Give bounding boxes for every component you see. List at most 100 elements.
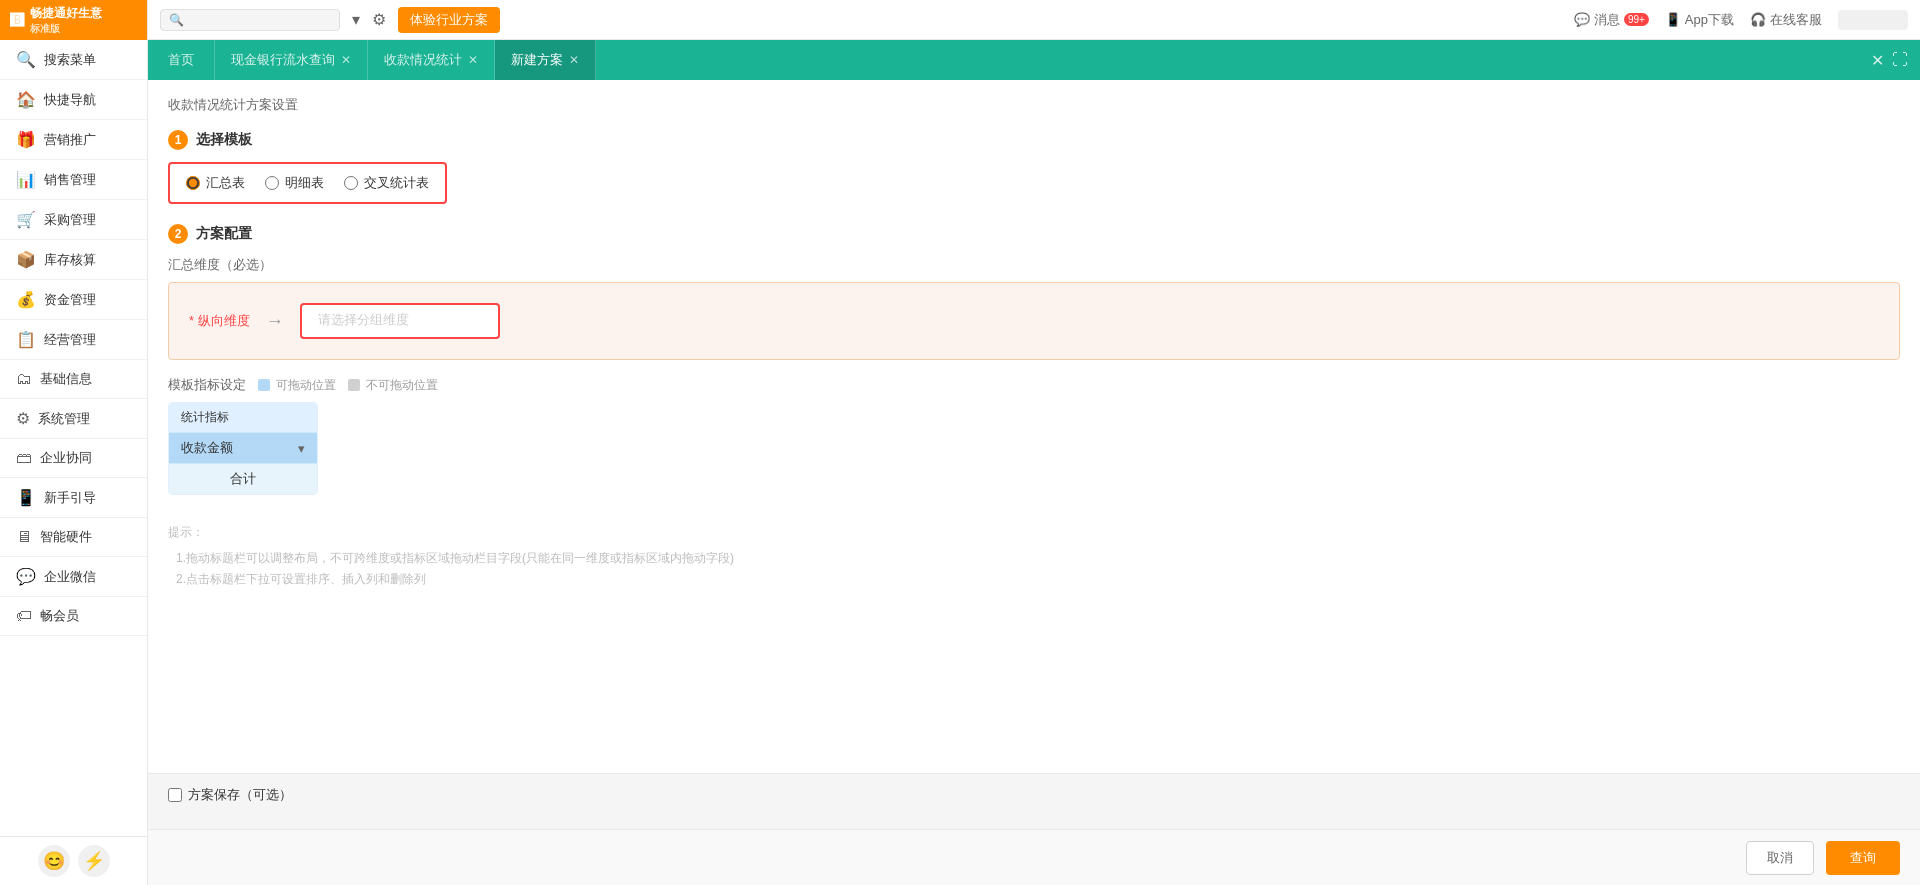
sidebar-item-wechat[interactable]: 💬 企业微信 <box>0 557 147 597</box>
tips-section: 提示： 1.拖动标题栏可以调整布局，不可跨维度或指标区域拖动栏目字段(只能在同一… <box>168 522 1900 591</box>
sidebar-item-marketing[interactable]: 🎁 营销推广 <box>0 120 147 160</box>
sidebar-label-guide: 新手引导 <box>44 489 96 507</box>
sidebar-item-finance[interactable]: 💰 资金管理 <box>0 280 147 320</box>
save-label: 方案保存（可选） <box>188 786 292 804</box>
dimension-select-placeholder: 请选择分组维度 <box>318 312 409 327</box>
indicator-settings-label-text: 模板指标设定 <box>168 376 246 394</box>
messages-icon: 💬 <box>1574 12 1590 27</box>
download-button[interactable]: 📱 App下载 <box>1665 11 1734 29</box>
tab-collection-stats[interactable]: 收款情况统计 ✕ <box>368 40 495 80</box>
topbar-dropdown-icon[interactable]: ▾ <box>352 10 360 29</box>
sidebar-item-enterprise[interactable]: 🗃 企业协同 <box>0 439 147 478</box>
topbar-search-icon: 🔍 <box>169 13 184 27</box>
legend-fixed-label: 不可拖动位置 <box>366 377 438 394</box>
radio-cross-label: 交叉统计表 <box>364 174 429 192</box>
step2-label: 方案配置 <box>196 225 252 243</box>
topbar-search[interactable]: 🔍 <box>160 9 340 31</box>
tip-item-1: 1.拖动标题栏可以调整布局，不可跨维度或指标区域拖动栏目字段(只能在同一维度或指… <box>168 548 1900 570</box>
sidebar-item-inventory[interactable]: 📦 库存核算 <box>0 240 147 280</box>
sidebar-logo: 🅱 畅捷通好生意 标准版 <box>0 0 147 40</box>
step1-label: 选择模板 <box>196 131 252 149</box>
tabbar: 首页 现金银行流水查询 ✕ 收款情况统计 ✕ 新建方案 ✕ ✕ ⛶ <box>148 40 1920 80</box>
guide-icon: 📱 <box>16 488 36 507</box>
sidebar-label-system: 系统管理 <box>38 410 90 428</box>
search-menu-icon: 🔍 <box>16 50 36 69</box>
dimension-arrow-icon: → <box>266 311 284 332</box>
indicator-dropdown-icon[interactable]: ▾ <box>298 441 305 456</box>
cancel-button[interactable]: 取消 <box>1746 841 1814 875</box>
breadcrumb: 收款情况统计方案设置 <box>168 96 1900 114</box>
legend-movable: 可拖动位置 <box>258 377 336 394</box>
tab-maximize-icon[interactable]: ⛶ <box>1892 51 1908 70</box>
tab-cash-flow-close-icon[interactable]: ✕ <box>341 53 351 67</box>
tab-controls: ✕ ⛶ <box>1859 51 1920 70</box>
sidebar-item-system[interactable]: ⚙ 系统管理 <box>0 399 147 439</box>
wechat-icon: 💬 <box>16 567 36 586</box>
sidebar-label-inventory: 库存核算 <box>44 251 96 269</box>
bottom-bar: 取消 查询 <box>148 829 1920 885</box>
messages-button[interactable]: 💬 消息 99+ <box>1574 11 1649 29</box>
legend-fixed: 不可拖动位置 <box>348 377 438 394</box>
indicator-table-header: 统计指标 <box>169 403 317 432</box>
step1-header: 1 选择模板 <box>168 130 1900 150</box>
tab-new-plan-close-icon[interactable]: ✕ <box>569 53 579 67</box>
indicator-item-label: 收款金额 <box>181 439 233 457</box>
radio-detail[interactable]: 明细表 <box>265 174 324 192</box>
sidebar-item-sales[interactable]: 📊 销售管理 <box>0 160 147 200</box>
tab-collection-stats-close-icon[interactable]: ✕ <box>468 53 478 67</box>
radio-summary-input[interactable] <box>186 176 200 190</box>
sidebar-label-search-menu: 搜索菜单 <box>44 51 96 69</box>
tab-new-plan[interactable]: 新建方案 ✕ <box>495 40 596 80</box>
sidebar-item-search-menu[interactable]: 🔍 搜索菜单 <box>0 40 147 80</box>
sidebar-item-operations[interactable]: 📋 经营管理 <box>0 320 147 360</box>
main: 🔍 ▾ ⚙ 体验行业方案 💬 消息 99+ 📱 App下载 🎧 在线客服 <box>148 0 1920 885</box>
query-button[interactable]: 查询 <box>1826 841 1900 875</box>
tab-close-all-icon[interactable]: ✕ <box>1871 51 1884 70</box>
sidebar-item-purchase[interactable]: 🛒 采购管理 <box>0 200 147 240</box>
indicator-item-amount[interactable]: 收款金额 ▾ <box>169 432 317 463</box>
save-checkbox[interactable] <box>168 788 182 802</box>
service-button[interactable]: 🎧 在线客服 <box>1750 11 1822 29</box>
dimension-area: * 纵向维度 → 请选择分组维度 <box>168 282 1900 360</box>
page-content: 收款情况统计方案设置 1 选择模板 汇总表 明细表 <box>148 80 1920 829</box>
dimension-row: * 纵向维度 → 请选择分组维度 <box>189 303 1879 339</box>
sidebar-footer-icon-2[interactable]: ⚡ <box>78 845 110 877</box>
radio-cross[interactable]: 交叉统计表 <box>344 174 429 192</box>
system-icon: ⚙ <box>16 409 30 428</box>
sidebar-label-hardware: 智能硬件 <box>40 528 92 546</box>
tab-home-label: 首页 <box>168 51 194 69</box>
tab-cash-flow[interactable]: 现金银行流水查询 ✕ <box>215 40 368 80</box>
sidebar-label-basic-info: 基础信息 <box>40 370 92 388</box>
quick-nav-icon: 🏠 <box>16 90 36 109</box>
legend-movable-dot <box>258 379 270 391</box>
messages-label: 消息 <box>1594 11 1620 29</box>
user-avatar[interactable] <box>1838 10 1908 30</box>
bottom-actions: 取消 查询 <box>1746 841 1900 875</box>
tab-collection-stats-label: 收款情况统计 <box>384 51 462 69</box>
trial-button[interactable]: 体验行业方案 <box>398 7 500 33</box>
sidebar-label-marketing: 营销推广 <box>44 131 96 149</box>
tab-home[interactable]: 首页 <box>148 40 215 80</box>
radio-cross-input[interactable] <box>344 176 358 190</box>
save-section: 方案保存（可选） <box>148 773 1920 816</box>
sidebar-item-hardware[interactable]: 🖥 智能硬件 <box>0 518 147 557</box>
dimension-select[interactable]: 请选择分组维度 <box>300 303 500 339</box>
legend-fixed-dot <box>348 379 360 391</box>
radio-summary[interactable]: 汇总表 <box>186 174 245 192</box>
sidebar-label-quick-nav: 快捷导航 <box>44 91 96 109</box>
radio-detail-input[interactable] <box>265 176 279 190</box>
page-inner: 收款情况统计方案设置 1 选择模板 汇总表 明细表 <box>148 80 1920 773</box>
sidebar-label-finance: 资金管理 <box>44 291 96 309</box>
sidebar-item-guide[interactable]: 📱 新手引导 <box>0 478 147 518</box>
service-icon: 🎧 <box>1750 12 1766 27</box>
save-option[interactable]: 方案保存（可选） <box>168 786 1900 804</box>
sidebar-label-member: 畅会员 <box>40 607 79 625</box>
sidebar-item-quick-nav[interactable]: 🏠 快捷导航 <box>0 80 147 120</box>
sidebar-item-basic-info[interactable]: 🗂 基础信息 <box>0 360 147 399</box>
marketing-icon: 🎁 <box>16 130 36 149</box>
topbar-gear-icon[interactable]: ⚙ <box>372 10 386 29</box>
sidebar-footer-icon-1[interactable]: 😊 <box>38 845 70 877</box>
operations-icon: 📋 <box>16 330 36 349</box>
download-label: App下载 <box>1685 11 1734 29</box>
sidebar-item-member[interactable]: 🏷 畅会员 <box>0 597 147 636</box>
